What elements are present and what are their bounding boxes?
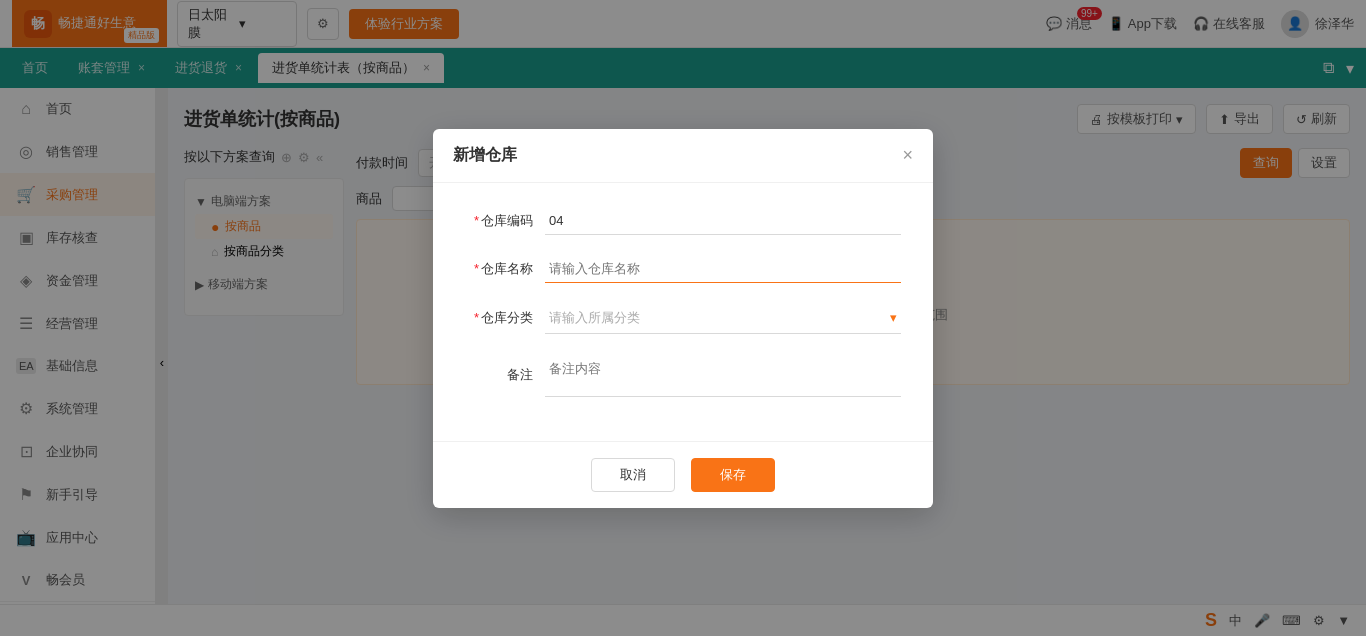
category-form-row: *仓库分类 请输入所属分类 ▾: [465, 303, 901, 334]
modal-overlay[interactable]: 新增仓库 × *仓库编码 *仓库名称 *仓库分类: [0, 0, 1366, 636]
note-label: 备注: [465, 366, 545, 384]
note-form-row: 备注: [465, 354, 901, 397]
category-chevron-icon: ▾: [890, 310, 897, 325]
name-form-row: *仓库名称: [465, 255, 901, 283]
modal-close-button[interactable]: ×: [902, 146, 913, 164]
modal-footer: 取消 保存: [433, 441, 933, 508]
modal-title: 新增仓库: [453, 145, 517, 166]
name-input[interactable]: [545, 255, 901, 283]
category-placeholder: 请输入所属分类: [549, 309, 640, 327]
code-form-row: *仓库编码: [465, 207, 901, 235]
name-label: *仓库名称: [465, 260, 545, 278]
code-label: *仓库编码: [465, 212, 545, 230]
category-label: *仓库分类: [465, 309, 545, 327]
category-select[interactable]: 请输入所属分类 ▾: [545, 303, 901, 334]
code-input[interactable]: [545, 207, 901, 235]
modal-header: 新增仓库 ×: [433, 129, 933, 183]
cancel-button[interactable]: 取消: [591, 458, 675, 492]
modal-body: *仓库编码 *仓库名称 *仓库分类 请输入所属分类 ▾: [433, 183, 933, 441]
modal-dialog: 新增仓库 × *仓库编码 *仓库名称 *仓库分类: [433, 129, 933, 508]
note-input[interactable]: [545, 354, 901, 397]
save-button[interactable]: 保存: [691, 458, 775, 492]
